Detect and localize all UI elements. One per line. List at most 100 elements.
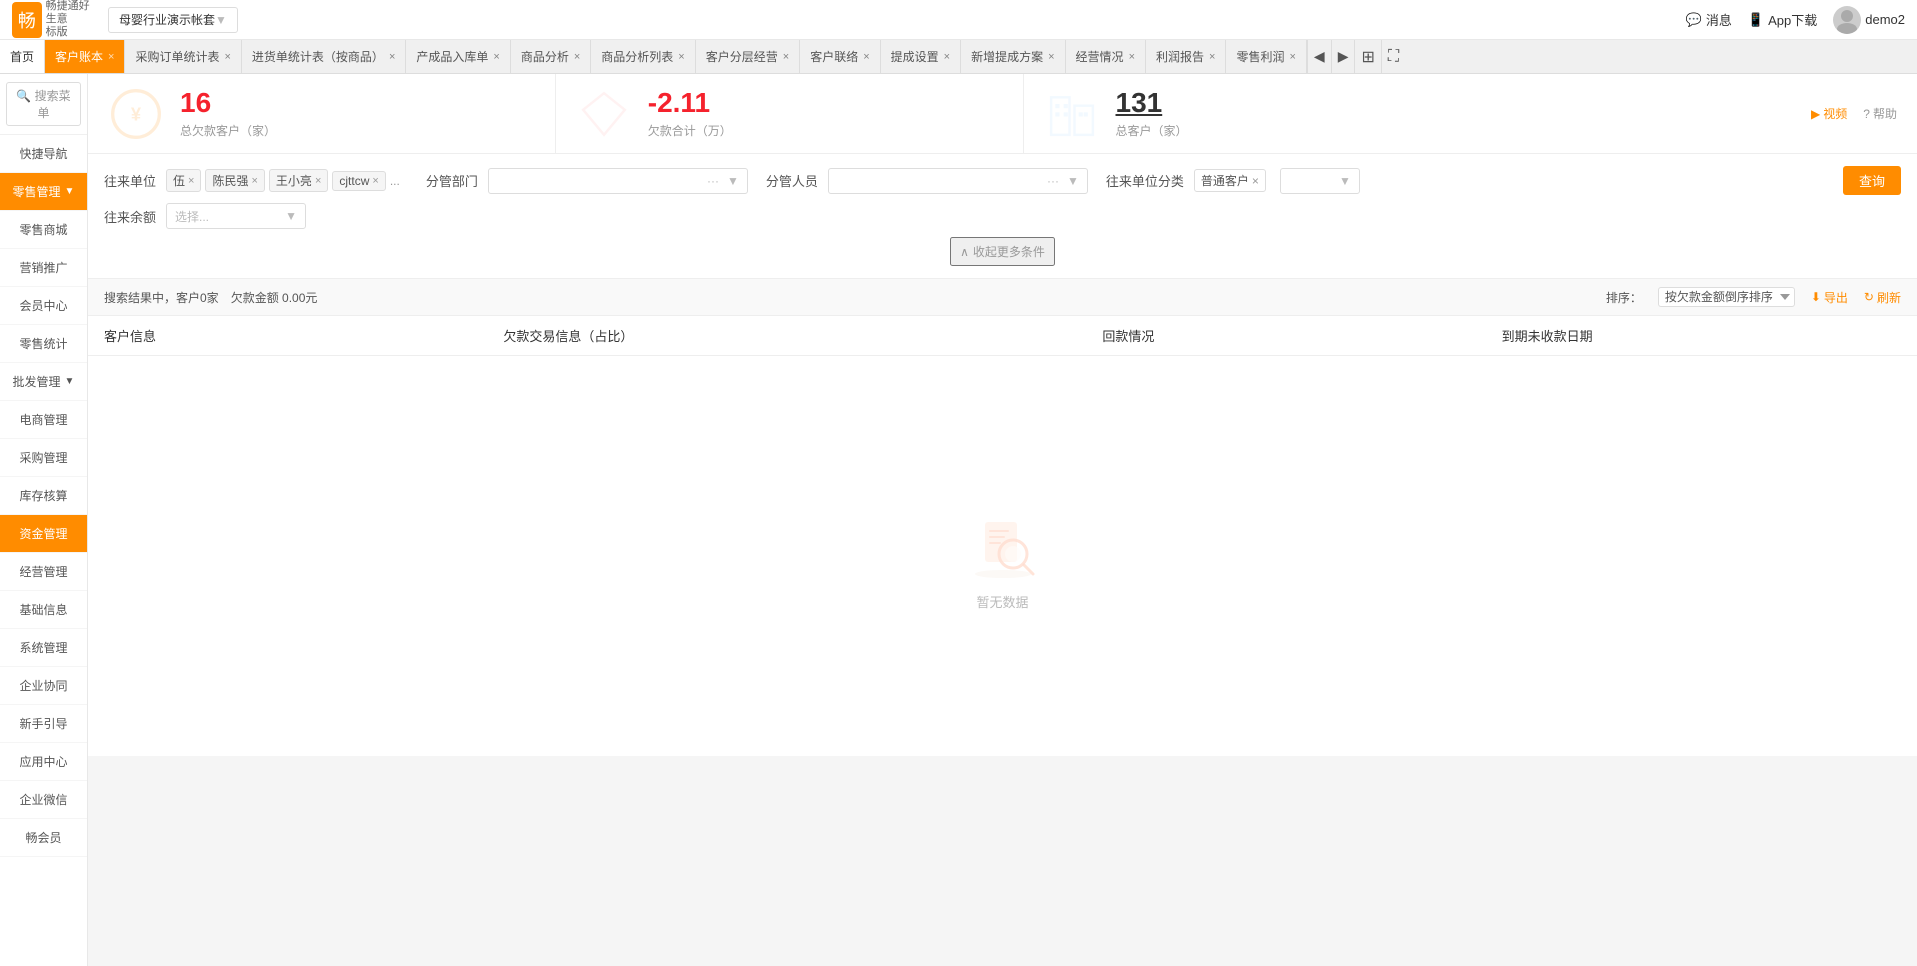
unit-tag-more[interactable]: ... (390, 174, 400, 188)
tab-close-icon[interactable]: × (783, 51, 789, 63)
industry-selector[interactable]: 母婴行业演示帐套 ▼ (108, 7, 238, 33)
debt-amount-text: 欠款金额 0.00元 (231, 289, 318, 306)
sort-select[interactable]: 按欠款金额倒序排序 (1658, 287, 1795, 307)
tab-customer-layer[interactable]: 客户分层经营 × (696, 40, 800, 74)
user-profile[interactable]: demo2 (1833, 6, 1905, 34)
sidebar-item-retail-mgmt[interactable]: 零售管理 ▼ (0, 173, 87, 211)
tab-customer-account[interactable]: 客户账本 × (45, 40, 125, 74)
stat-all-customers-label: 总客户（家） (1116, 122, 1812, 139)
help-btn[interactable]: ? 帮助 (1863, 105, 1897, 122)
tab-close-icon[interactable]: × (108, 51, 114, 63)
refresh-btn[interactable]: ↻ 刷新 (1864, 289, 1901, 306)
category-tag-close-icon[interactable]: × (1252, 174, 1259, 188)
category-chevron-icon: ▼ (1339, 174, 1351, 188)
sidebar-item-new-guide[interactable]: 新手引导 (0, 705, 87, 743)
logo-area: 畅 畅捷通好生意标版 (12, 0, 100, 39)
export-btn[interactable]: ⬇ 导出 (1811, 289, 1848, 306)
tab-retail-profit[interactable]: 零售利润 × (1226, 40, 1306, 74)
tab-close-icon[interactable]: × (1048, 51, 1054, 63)
tab-next-btn[interactable]: ▶ (1331, 40, 1355, 74)
sidebar-item-nav[interactable]: 快捷导航 (0, 135, 87, 173)
sidebar-item-enterprise-wechat[interactable]: 企业微信 (0, 781, 87, 819)
sidebar-item-basic-info[interactable]: 基础信息 (0, 591, 87, 629)
tag-close-icon[interactable]: × (251, 175, 257, 187)
tab-close-icon[interactable]: × (389, 51, 395, 63)
message-btn[interactable]: 💬 消息 (1686, 10, 1732, 29)
sidebar-item-inventory[interactable]: 库存核算 (0, 477, 87, 515)
sidebar-item-retail-stats[interactable]: 零售统计 (0, 325, 87, 363)
video-btn[interactable]: ▶ 视频 (1811, 105, 1847, 122)
tab-goods-analysis-list[interactable]: 商品分析列表 × (591, 40, 695, 74)
sidebar-item-member-center[interactable]: 会员中心 (0, 287, 87, 325)
balance-filter-label: 往来余额 (104, 207, 156, 226)
tag-close-icon[interactable]: × (188, 175, 194, 187)
sidebar-item-operations-mgmt[interactable]: 经营管理 (0, 553, 87, 591)
sidebar-item-marketing[interactable]: 营销推广 (0, 249, 87, 287)
stat-total-all-customers: 131 总客户（家） ▶ 视频 ? 帮助 (1024, 74, 1917, 154)
tab-prev-btn[interactable]: ◀ (1307, 40, 1331, 74)
manager-dropdown[interactable]: ··· ▼ (828, 168, 1088, 194)
filter-row-1: 往来单位 伍 × 陈民强 × 王小亮 × cjttcw (104, 166, 1901, 195)
sidebar-item-retail-mall[interactable]: 零售商城 (0, 211, 87, 249)
manager-filter-label: 分管人员 (766, 171, 818, 190)
category-dropdown[interactable]: ▼ (1280, 168, 1360, 194)
tab-raise-settings[interactable]: 提成设置 × (881, 40, 961, 74)
query-button[interactable]: 查询 (1843, 166, 1901, 195)
tab-operations[interactable]: 经营情况 × (1066, 40, 1146, 74)
collapse-btn[interactable]: ∧ 收起更多条件 (950, 237, 1055, 266)
dept-dropdown[interactable]: ··· ▼ (488, 168, 748, 194)
filter-row-2: 往来余额 选择... ▼ (104, 203, 1901, 229)
sidebar-item-purchase-mgmt[interactable]: 采购管理 (0, 439, 87, 477)
tab-fullscreen-btn[interactable]: ⛶ (1381, 40, 1405, 74)
result-right-actions: 排序： 按欠款金额倒序排序 ⬇ 导出 ↻ 刷新 (1606, 287, 1901, 307)
tab-bar: 首页 客户账本 × 采购订单统计表 × 进货单统计表（按商品） × 产成品入库单… (0, 40, 1917, 74)
tag-close-icon[interactable]: × (315, 175, 321, 187)
search-menu-btn[interactable]: 🔍 搜索菜单 (6, 82, 81, 126)
tab-customer-contact[interactable]: 客户联络 × (800, 40, 880, 74)
sidebar-item-enterprise-coop[interactable]: 企业协同 (0, 667, 87, 705)
collapse-row: ∧ 收起更多条件 (104, 237, 1901, 266)
unit-category-container: 普通客户 × (1194, 169, 1266, 192)
stat-actions: ▶ 视频 ? 帮助 (1811, 105, 1897, 122)
logo-text: 畅捷通好生意标版 (46, 0, 100, 39)
search-result-text: 搜索结果中，客户0家 (104, 289, 219, 306)
tab-close-icon[interactable]: × (1289, 51, 1295, 63)
unit-filter-label: 往来单位 (104, 171, 156, 190)
tab-expand-btn[interactable]: ⊞ (1354, 40, 1380, 74)
message-icon: 💬 (1686, 12, 1702, 28)
tab-close-icon[interactable]: × (493, 51, 499, 63)
unit-tag-cjttcw: cjttcw × (332, 171, 385, 191)
sidebar-item-finance-mgmt[interactable]: 资金管理 (0, 515, 87, 553)
stat-customers-content: 16 总欠款客户（家） (180, 88, 535, 140)
tab-close-icon[interactable]: × (1129, 51, 1135, 63)
tab-purchase-stats[interactable]: 进货单统计表（按商品） × (242, 40, 406, 74)
search-icon: 🔍 (16, 89, 31, 103)
tab-product-entry[interactable]: 产成品入库单 × (406, 40, 510, 74)
tab-home[interactable]: 首页 (0, 40, 45, 74)
sidebar-item-wholesale-mgmt[interactable]: 批发管理 ▼ (0, 363, 87, 401)
tab-close-icon[interactable]: × (863, 51, 869, 63)
app-download-btn[interactable]: 📱 App下载 (1748, 10, 1817, 29)
building-icon (1044, 86, 1100, 142)
tab-new-raise-plan[interactable]: 新增提成方案 × (961, 40, 1065, 74)
tab-close-icon[interactable]: × (1209, 51, 1215, 63)
sidebar-item-system-mgmt[interactable]: 系统管理 (0, 629, 87, 667)
tab-profit-report[interactable]: 利润报告 × (1146, 40, 1226, 74)
tab-close-icon[interactable]: × (224, 51, 230, 63)
search-result-bar: 搜索结果中，客户0家 欠款金额 0.00元 排序： 按欠款金额倒序排序 ⬇ 导出… (88, 279, 1917, 316)
tag-close-icon[interactable]: × (372, 175, 378, 187)
table-body: 暂无数据 (88, 356, 1917, 756)
tab-close-icon[interactable]: × (678, 51, 684, 63)
stat-debt-label: 欠款合计（万） (648, 122, 1003, 139)
tab-goods-analysis[interactable]: 商品分析 × (511, 40, 591, 74)
stat-customers-value: 16 (180, 88, 535, 119)
tab-purchase-order[interactable]: 采购订单统计表 × (125, 40, 241, 74)
balance-dropdown[interactable]: 选择... ▼ (166, 203, 306, 229)
sidebar-item-ecommerce-mgmt[interactable]: 电商管理 (0, 401, 87, 439)
sidebar-item-member-app[interactable]: 畅会员 (0, 819, 87, 857)
tab-close-icon[interactable]: × (574, 51, 580, 63)
tab-close-icon[interactable]: × (944, 51, 950, 63)
sidebar-search-area: 🔍 搜索菜单 (0, 74, 87, 135)
sidebar-item-app-center[interactable]: 应用中心 (0, 743, 87, 781)
stat-debt-value: -2.11 (648, 88, 1003, 119)
